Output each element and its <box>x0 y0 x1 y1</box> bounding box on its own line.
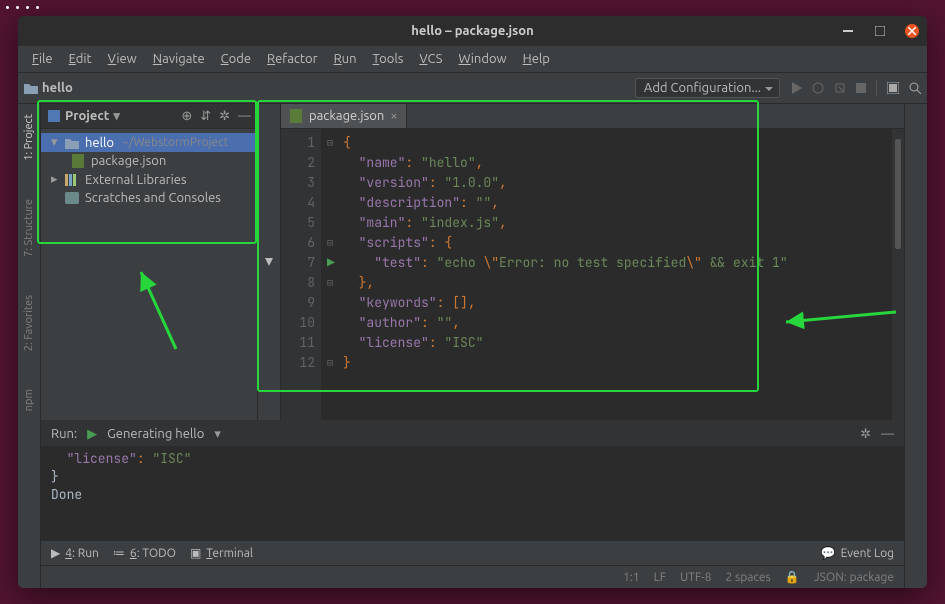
editor-scrollbar[interactable] <box>892 129 904 420</box>
run-task-name: Generating hello <box>107 427 204 441</box>
fold-gutter[interactable]: ⊟⊟⊟⊟ <box>321 129 339 420</box>
line-number-gutter: 123456789101112 <box>281 129 321 420</box>
folder-icon <box>65 136 79 150</box>
menu-navigate[interactable]: Navigate <box>145 50 213 68</box>
side-tab-project[interactable]: 1: Project <box>23 110 35 165</box>
close-button[interactable] <box>905 24 919 38</box>
language-widget[interactable]: JSON: package <box>814 571 894 584</box>
status-bar: 1:1 LF UTF-8 2 spaces 🔒 JSON: package <box>41 565 904 588</box>
gear-icon[interactable]: ✲ <box>860 427 871 442</box>
tree-file-packagejson[interactable]: package.json <box>41 152 257 170</box>
menu-edit[interactable]: Edit <box>61 50 100 68</box>
project-icon <box>47 109 61 123</box>
file-encoding[interactable]: UTF-8 <box>680 571 711 584</box>
hide-panel-icon[interactable]: — <box>238 109 251 124</box>
run-icon[interactable] <box>792 82 802 94</box>
tree-scratch-scratchesandconsoles[interactable]: Scratches and Consoles <box>41 189 257 207</box>
lock-icon[interactable]: 🔒 <box>785 570 800 584</box>
editor-gutter-tab[interactable] <box>258 104 281 420</box>
tool-tab-todo[interactable]: ≔6: TODO <box>113 546 176 560</box>
line-separator[interactable]: LF <box>654 571 666 584</box>
title-bar: hello – package.json <box>18 16 927 46</box>
menu-run[interactable]: Run <box>326 50 365 68</box>
editor-tab-package-json[interactable]: package.json × <box>281 104 407 128</box>
project-tree[interactable]: ▾hello~/WebstormProjectpackage.json▸Exte… <box>41 129 257 420</box>
chevron-down-icon[interactable]: ▾ <box>214 427 221 442</box>
menu-refactor[interactable]: Refactor <box>259 50 326 68</box>
window-title: hello – package.json <box>411 24 533 38</box>
minimize-button[interactable] <box>841 24 855 38</box>
breadcrumb[interactable]: hello <box>24 81 73 95</box>
ide-window: hello – package.json FileEditViewNavigat… <box>18 16 927 588</box>
editor-tab-label: package.json <box>309 109 384 123</box>
layout-icon[interactable] <box>887 82 899 94</box>
indent-setting[interactable]: 2 spaces <box>725 571 770 584</box>
menu-tools[interactable]: Tools <box>365 50 412 68</box>
folder-icon <box>24 81 38 95</box>
attach-icon[interactable] <box>834 82 846 94</box>
hide-run-icon[interactable]: — <box>881 427 894 442</box>
run-label: Run: <box>51 427 77 441</box>
center-wrap: Project ▾ ⊕ ⇵ ✲ — ▾hello~/WebstormProjec… <box>41 104 904 588</box>
menu-bar: FileEditViewNavigateCodeRefactorRunTools… <box>18 46 927 73</box>
project-panel-title[interactable]: Project ▾ <box>47 109 120 124</box>
todo-icon: ≔ <box>113 546 125 560</box>
search-everywhere-icon[interactable] <box>909 82 921 94</box>
locate-icon[interactable]: ⊕ <box>181 109 192 124</box>
json-icon <box>289 109 303 123</box>
toolbar-actions <box>792 80 921 96</box>
project-panel: Project ▾ ⊕ ⇵ ✲ — ▾hello~/WebstormProjec… <box>41 104 257 420</box>
main-body: 1: Project 7: Structure 2: Favorites npm Pr… <box>18 104 927 588</box>
side-tab-structure[interactable]: 7: Structure <box>23 195 35 261</box>
tree-lib-externallibraries[interactable]: ▸External Libraries <box>41 170 257 189</box>
stop-icon[interactable] <box>856 83 866 93</box>
menu-view[interactable]: View <box>100 50 145 68</box>
maximize-button[interactable] <box>873 24 887 38</box>
editor-tabs: package.json × <box>281 104 904 129</box>
gutter-run-icon[interactable]: ▶ <box>327 253 335 273</box>
tool-tab-run[interactable]: ▶4: Run <box>51 546 99 560</box>
run-header: Run: ▶ Generating hello ▾ ✲ — <box>41 422 904 446</box>
breadcrumb-label: hello <box>42 81 73 95</box>
editor-area: package.json × 123456789101112 ⊟⊟⊟⊟ { "n… <box>257 104 904 420</box>
play-icon: ▶ <box>51 546 60 560</box>
scratch-icon <box>65 191 79 205</box>
caret-position[interactable]: 1:1 <box>623 571 640 584</box>
navigation-bar: hello Add Configuration... <box>18 73 927 104</box>
tool-tab-terminal[interactable]: ▣Terminal <box>190 546 253 560</box>
debug-icon[interactable] <box>812 82 824 94</box>
code-content[interactable]: { "name": "hello", "version": "1.0.0", "… <box>339 129 892 420</box>
library-icon <box>65 173 79 187</box>
run-output[interactable]: "license": "ISC" } Done <box>41 446 904 540</box>
json-icon <box>71 154 85 168</box>
tree-project-hello[interactable]: ▾hello~/WebstormProject <box>41 133 257 152</box>
run-configuration-select[interactable]: Add Configuration... <box>635 78 780 98</box>
menu-vcs[interactable]: VCS <box>411 50 450 68</box>
side-tab-npm[interactable]: npm <box>23 385 35 415</box>
chevron-down-icon: ▾ <box>113 109 120 124</box>
upper-split: Project ▾ ⊕ ⇵ ✲ — ▾hello~/WebstormProjec… <box>41 104 904 420</box>
window-controls <box>841 16 919 46</box>
left-tool-gutter: 1: Project 7: Structure 2: Favorites npm <box>18 104 41 588</box>
side-tab-favorites[interactable]: 2: Favorites <box>23 291 35 355</box>
run-play-icon[interactable]: ▶ <box>87 427 97 442</box>
bottom-tool-tabs: ▶4: Run ≔6: TODO ▣Terminal 💬 Event Log <box>41 540 904 565</box>
expand-all-icon[interactable]: ⇵ <box>200 109 211 124</box>
code-editor[interactable]: 123456789101112 ⊟⊟⊟⊟ { "name": "hello", … <box>281 129 904 420</box>
menu-code[interactable]: Code <box>213 50 259 68</box>
menu-help[interactable]: Help <box>515 50 558 68</box>
menu-window[interactable]: Window <box>450 50 514 68</box>
settings-icon[interactable]: ✲ <box>219 109 230 124</box>
right-tool-gutter <box>904 104 927 588</box>
project-panel-header: Project ▾ ⊕ ⇵ ✲ — <box>41 104 257 129</box>
menu-file[interactable]: File <box>24 50 61 68</box>
speech-bubble-icon: 💬 <box>821 546 836 560</box>
run-tool-window: Run: ▶ Generating hello ▾ ✲ — "license":… <box>41 420 904 540</box>
event-log-button[interactable]: 💬 Event Log <box>821 546 894 560</box>
terminal-icon: ▣ <box>190 546 201 560</box>
close-tab-icon[interactable]: × <box>390 109 397 123</box>
